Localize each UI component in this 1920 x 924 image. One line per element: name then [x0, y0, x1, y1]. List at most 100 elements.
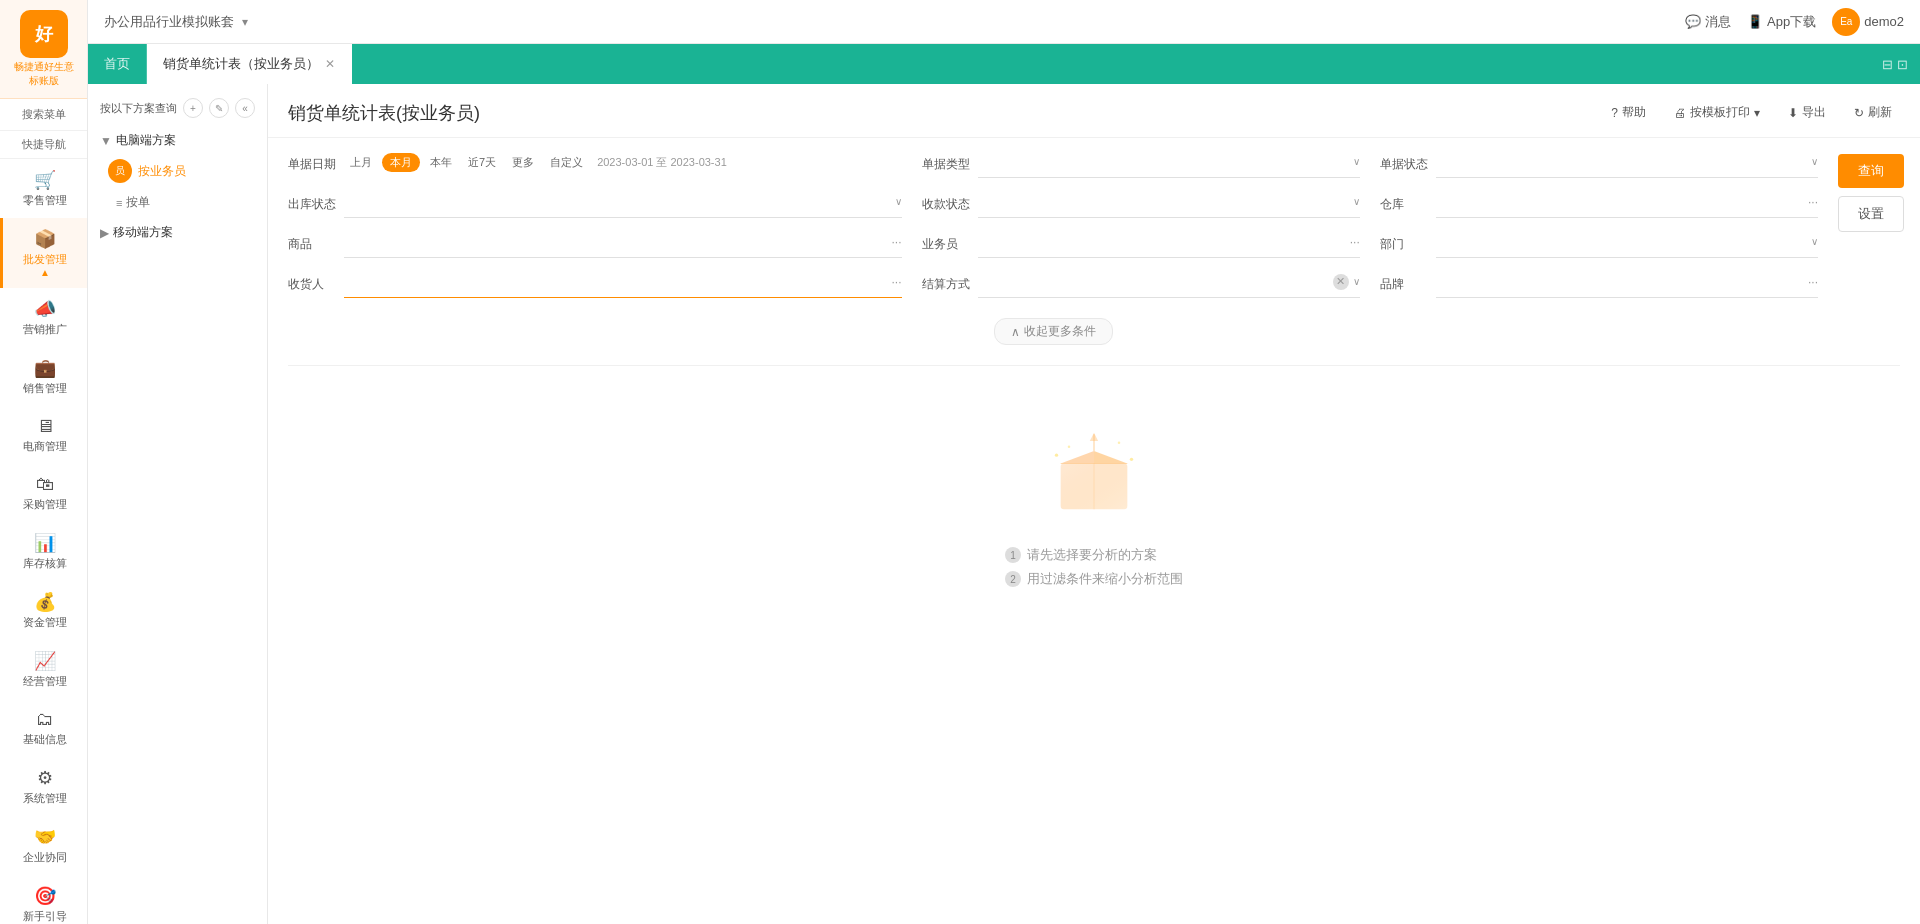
date-tab-this-year[interactable]: 本年 — [424, 153, 458, 172]
sidebar-item-basic[interactable]: 🗂 基础信息 — [0, 699, 87, 757]
export-button[interactable]: ⬇ 导出 — [1780, 100, 1834, 125]
print-label: 按模板打印 — [1690, 104, 1750, 121]
tab-minimize-icon[interactable]: ⊟ — [1882, 57, 1893, 72]
tab-expand[interactable]: ⊟ ⊡ — [1870, 57, 1920, 72]
query-button[interactable]: 查询 — [1838, 154, 1904, 188]
sidebar-item-label-retail: 零售管理 — [23, 193, 67, 208]
page-actions: ? 帮助 🖨 按模板打印 ▾ ⬇ 导出 ↻ 刷新 — [1603, 100, 1900, 125]
collapse-panel-icon[interactable]: « — [235, 98, 255, 118]
sidebar-item-system[interactable]: ⚙ 系统管理 — [0, 757, 87, 816]
filter-row-1: 单据日期 上月 本月 本年 近7天 更多 自定义 20 — [288, 150, 1818, 178]
svg-point-7 — [1118, 441, 1121, 444]
desktop-scheme-arrow-icon: ▼ — [100, 134, 112, 148]
breadcrumb-dropdown-icon[interactable]: ▾ — [242, 15, 248, 29]
print-button[interactable]: 🖨 按模板打印 ▾ — [1666, 100, 1768, 125]
filter-query-area: 单据日期 上月 本月 本年 近7天 更多 自定义 20 — [268, 138, 1920, 365]
scheme-item-salesperson[interactable]: 员 按业务员 — [88, 153, 267, 189]
finance-icon: 💰 — [34, 591, 56, 613]
sidebar-item-purchase[interactable]: 🛍 采购管理 — [0, 464, 87, 522]
empty-tips: 1 请先选择要分析的方案 2 用过滤条件来缩小分析范围 — [1005, 546, 1183, 594]
search-menu-label[interactable]: 搜索菜单 — [22, 107, 66, 122]
sidebar-item-inventory[interactable]: 📊 库存核算 — [0, 522, 87, 581]
add-scheme-icon[interactable]: + — [183, 98, 203, 118]
sidebar-item-marketing[interactable]: 📣 营销推广 — [0, 288, 87, 347]
filter-row-4: 收货人 ··· 结算方式 ✕ ∨ — [288, 270, 1818, 298]
brand-control[interactable]: ··· — [1436, 270, 1818, 298]
logo-icon: 好 — [20, 10, 68, 58]
payment-method-clear-icon[interactable]: ✕ — [1333, 274, 1349, 290]
filter-doc-status: 单据状态 ∨ — [1380, 150, 1818, 178]
mobile-scheme[interactable]: ▶ 移动端方案 — [88, 220, 267, 245]
collapse-button[interactable]: ∧ 收起更多条件 — [994, 318, 1113, 345]
sidebar-item-operations[interactable]: 📈 经营管理 — [0, 640, 87, 699]
user-menu[interactable]: Ea demo2 — [1832, 8, 1904, 36]
filter-doc-type: 单据类型 ∨ — [922, 150, 1360, 178]
sidebar-logo: 好 畅捷通好生意 标账版 — [0, 0, 87, 99]
sidebar-item-wholesale[interactable]: 📦 批发管理 ▲ — [0, 218, 87, 288]
payment-method-dropdown-icon: ∨ — [1353, 276, 1360, 287]
filter-payment: 收款状态 ∨ — [922, 190, 1360, 218]
edit-scheme-icon[interactable]: ✎ — [209, 98, 229, 118]
doc-status-control[interactable]: ∨ — [1436, 150, 1818, 178]
sidebar-item-cooperation[interactable]: 🤝 企业协同 — [0, 816, 87, 875]
tab-home[interactable]: 首页 — [88, 44, 147, 84]
collapse-icon: ∧ — [1011, 325, 1020, 339]
sidebar-item-label-ecommerce: 电商管理 — [23, 439, 67, 454]
desktop-scheme-header[interactable]: ▼ 电脑端方案 — [88, 128, 267, 153]
date-tab-custom[interactable]: 自定义 — [544, 153, 589, 172]
tab-maximize-icon[interactable]: ⊡ — [1897, 57, 1908, 72]
sales-icon: 💼 — [34, 357, 56, 379]
recipient-control[interactable]: ··· — [344, 270, 902, 298]
sidebar-item-label-sales: 销售管理 — [23, 381, 67, 396]
doc-type-control[interactable]: ∨ — [978, 150, 1360, 178]
refresh-button[interactable]: ↻ 刷新 — [1846, 100, 1900, 125]
tip2-text: 用过滤条件来缩小分析范围 — [1027, 570, 1183, 588]
help-button[interactable]: ? 帮助 — [1603, 100, 1654, 125]
doc-status-label: 单据状态 — [1380, 156, 1428, 173]
salesperson-control[interactable]: ··· — [978, 230, 1360, 258]
quick-nav[interactable]: 快捷导航 — [0, 131, 87, 159]
salesperson-more-icon: ··· — [1350, 235, 1360, 249]
sidebar-item-retail[interactable]: 🛒 零售管理 — [0, 159, 87, 218]
app-download-button[interactable]: 📱 App下载 — [1747, 13, 1816, 31]
salesperson-scheme-label: 按业务员 — [138, 163, 186, 180]
tab-home-label: 首页 — [104, 55, 130, 73]
date-control[interactable]: 上月 本月 本年 近7天 更多 自定义 2023-03-01 至 2023-03… — [344, 150, 902, 178]
date-tab-more[interactable]: 更多 — [506, 153, 540, 172]
filter-payment-method: 结算方式 ✕ ∨ — [922, 270, 1360, 298]
date-tab-7days[interactable]: 近7天 — [462, 153, 502, 172]
setting-button[interactable]: 设置 — [1838, 196, 1904, 232]
warehouse-control[interactable]: ··· — [1436, 190, 1818, 218]
operations-icon: 📈 — [34, 650, 56, 672]
outbound-control[interactable]: ∨ — [344, 190, 902, 218]
date-tabs: 上月 本月 本年 近7天 更多 自定义 — [344, 153, 589, 172]
scheme-sub-item-order[interactable]: ≡ 按单 — [88, 189, 267, 216]
logo-text: 畅捷通好生意 标账版 — [14, 60, 74, 88]
newbie-icon: 🎯 — [34, 885, 56, 907]
date-range-value: 2023-03-01 至 2023-03-31 — [597, 155, 727, 170]
date-tab-this-month[interactable]: 本月 — [382, 153, 420, 172]
sidebar: 好 畅捷通好生意 标账版 搜索菜单 快捷导航 🛒 零售管理 📦 批发管理 ▲ 📣… — [0, 0, 88, 924]
search-menu[interactable]: 搜索菜单 — [0, 99, 87, 131]
payment-method-control[interactable]: ✕ ∨ — [978, 270, 1360, 298]
sidebar-item-sales[interactable]: 💼 销售管理 — [0, 347, 87, 406]
header-left: 办公用品行业模拟账套 ▾ — [104, 13, 248, 31]
sidebar-item-ecommerce[interactable]: 🖥 电商管理 — [0, 406, 87, 464]
sidebar-item-finance[interactable]: 💰 资金管理 — [0, 581, 87, 640]
filter-brand: 品牌 ··· — [1380, 270, 1818, 298]
tab-close-icon[interactable]: ✕ — [325, 57, 335, 71]
date-tab-last-month[interactable]: 上月 — [344, 153, 378, 172]
sidebar-item-label-purchase: 采购管理 — [23, 497, 67, 512]
svg-point-8 — [1068, 446, 1071, 449]
marketing-icon: 📣 — [34, 298, 56, 320]
payment-control[interactable]: ∨ — [978, 190, 1360, 218]
salesperson-label: 业务员 — [922, 236, 970, 253]
desktop-scheme-label: 电脑端方案 — [116, 132, 176, 149]
message-button[interactable]: 💬 消息 — [1685, 13, 1731, 31]
goods-control[interactable]: ··· — [344, 230, 902, 258]
department-control[interactable]: ∨ — [1436, 230, 1818, 258]
sidebar-item-newbie[interactable]: 🎯 新手引导 — [0, 875, 87, 924]
payment-dropdown-icon: ∨ — [1353, 196, 1360, 207]
brand-more-icon: ··· — [1808, 275, 1818, 289]
tab-report[interactable]: 销货单统计表（按业务员） ✕ — [147, 44, 352, 84]
